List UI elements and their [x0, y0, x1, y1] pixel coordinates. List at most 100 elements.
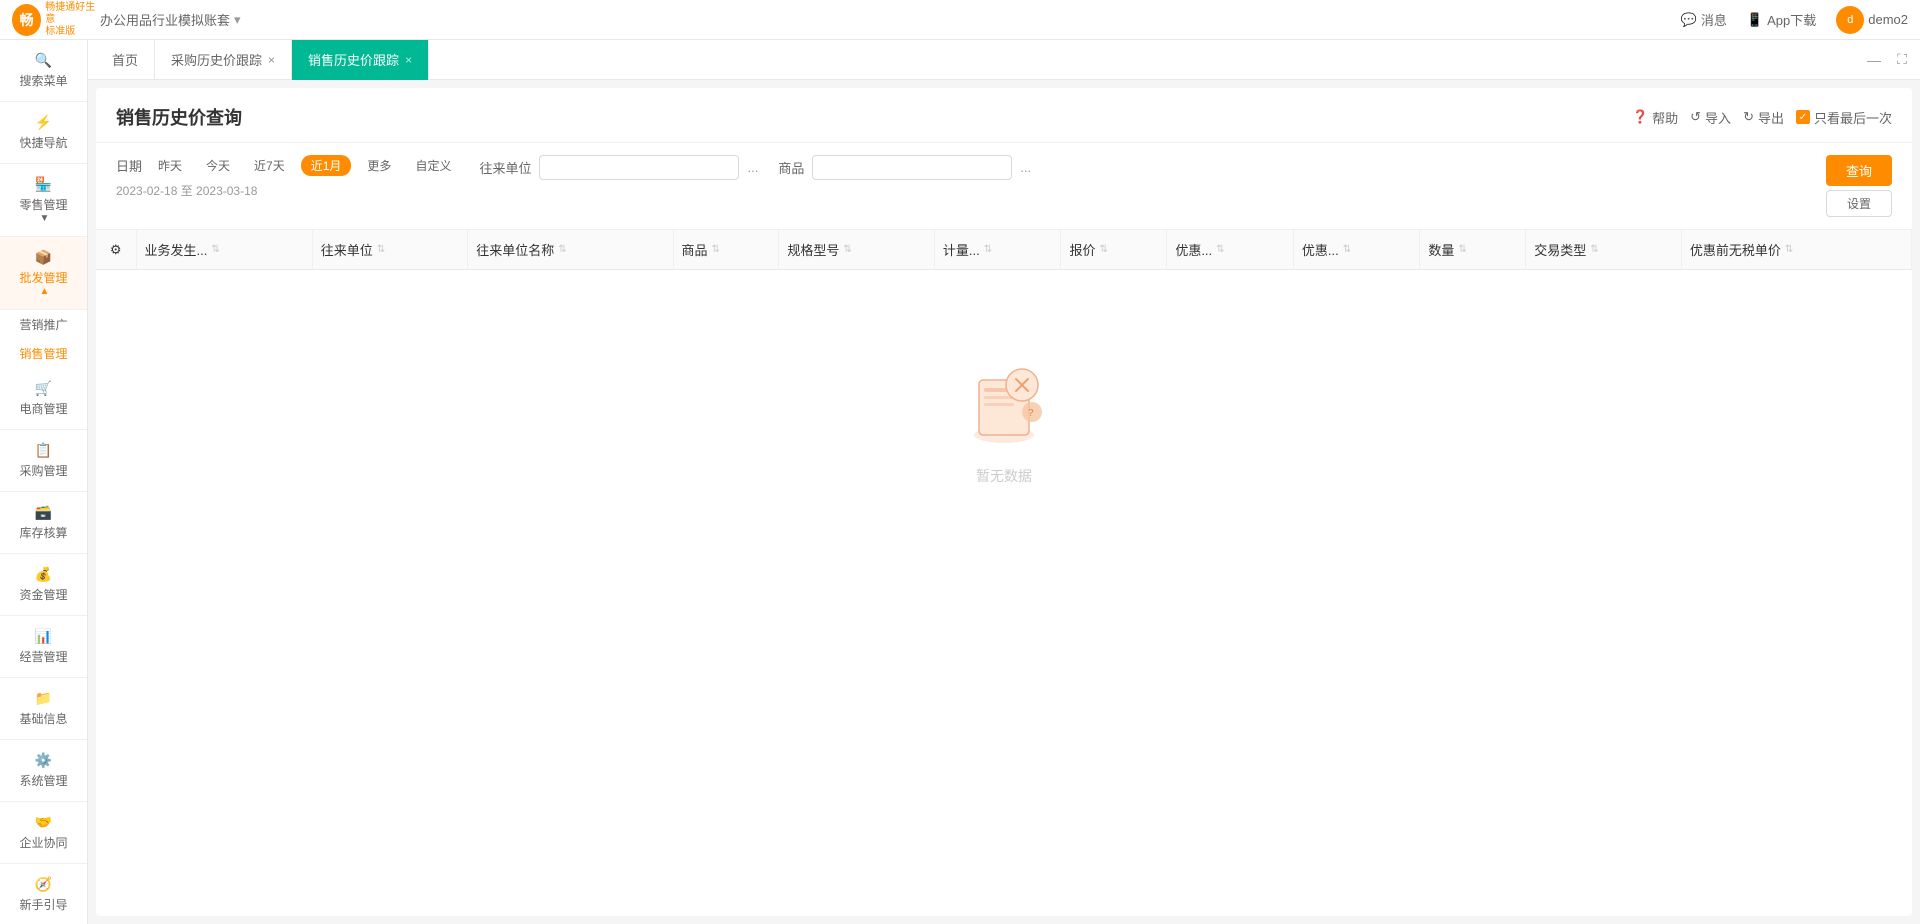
- sidebar-item-enterprise-coop[interactable]: 🤝 企业协同: [0, 802, 87, 864]
- sidebar-item-retail-mgmt[interactable]: 🏪 零售管理 ▼: [0, 164, 87, 237]
- export-button[interactable]: ↻ 导出: [1743, 108, 1784, 127]
- tab-purchase-close-icon[interactable]: ×: [268, 53, 275, 67]
- tab-home[interactable]: 首页: [96, 40, 155, 80]
- sort-icon: ⇅: [1458, 244, 1466, 255]
- date-btn-7days[interactable]: 近7天: [246, 155, 293, 176]
- date-btn-today[interactable]: 今天: [198, 155, 238, 176]
- page-title: 销售历史价查询: [116, 104, 242, 130]
- tab-maximize-button[interactable]: ⛶: [1892, 50, 1912, 70]
- user-avatar: d: [1836, 6, 1864, 34]
- header-middle: 办公用品行业模拟账套 ▾: [100, 10, 1681, 29]
- settings-button[interactable]: 设置: [1826, 190, 1892, 217]
- page-header: 销售历史价查询 ❓ 帮助 ↺ 导入 ↻ 导出 ✓: [96, 88, 1912, 143]
- page-content: 销售历史价查询 ❓ 帮助 ↺ 导入 ↻ 导出 ✓: [96, 88, 1912, 916]
- tab-sales-close-icon[interactable]: ×: [405, 53, 412, 67]
- mobile-icon: 📱: [1747, 12, 1763, 28]
- chevron-down-icon: ▼: [40, 213, 50, 224]
- app-title[interactable]: 办公用品行业模拟账套 ▾: [100, 10, 241, 29]
- tab-minimize-button[interactable]: —: [1864, 50, 1884, 70]
- product-select-icon[interactable]: ...: [1020, 160, 1031, 175]
- guide-icon: 🧭: [35, 876, 52, 893]
- date-btn-custom[interactable]: 自定义: [407, 155, 459, 176]
- sidebar-item-finance-mgmt[interactable]: 💰 资金管理: [0, 554, 87, 616]
- sidebar-item-sales-mgmt[interactable]: 销售管理: [0, 339, 87, 368]
- col-discount2[interactable]: 优惠... ⇅: [1293, 230, 1420, 270]
- sidebar-item-ops-mgmt[interactable]: 📊 经营管理: [0, 616, 87, 678]
- col-unit[interactable]: 计量... ⇅: [934, 230, 1061, 270]
- user-profile[interactable]: d demo2: [1836, 6, 1908, 34]
- tab-bar-right: — ⛶: [1864, 50, 1912, 70]
- date-btn-yesterday[interactable]: 昨天: [150, 155, 190, 176]
- col-trade-type[interactable]: 交易类型 ⇅: [1526, 230, 1682, 270]
- app-download-button[interactable]: 📱 App下载: [1747, 10, 1816, 29]
- sort-icon: ⇅: [1590, 244, 1598, 255]
- col-partner-name[interactable]: 往来单位名称 ⇅: [468, 230, 673, 270]
- sort-icon: ⇅: [843, 244, 851, 255]
- content-area: 首页 采购历史价跟踪 × 销售历史价跟踪 × — ⛶ 销售历史价查询: [88, 40, 1920, 924]
- main-layout: 🔍 搜索菜单 ⚡ 快捷导航 🏪 零售管理 ▼ 📦 批发管理 ▲ 营销推广 销售管…: [0, 40, 1920, 924]
- tab-purchase-history[interactable]: 采购历史价跟踪 ×: [155, 40, 292, 80]
- sidebar-item-quick-nav[interactable]: ⚡ 快捷导航: [0, 102, 87, 164]
- col-spec[interactable]: 规格型号 ⇅: [779, 230, 935, 270]
- sort-icon: ⇅: [1099, 244, 1107, 255]
- sort-icon: ⇅: [558, 244, 566, 255]
- import-button[interactable]: ↺ 导入: [1690, 108, 1731, 127]
- inventory-icon: 🗃️: [35, 504, 52, 521]
- col-partner-code[interactable]: 往来单位 ⇅: [312, 230, 468, 270]
- svg-text:?: ?: [1028, 408, 1034, 419]
- col-biz-date[interactable]: 业务发生... ⇅: [136, 230, 312, 270]
- help-icon: ❓: [1632, 109, 1648, 125]
- tab-bar: 首页 采购历史价跟踪 × 销售历史价跟踪 × — ⛶: [88, 40, 1920, 80]
- tab-sales-history[interactable]: 销售历史价跟踪 ×: [292, 40, 429, 80]
- sidebar-item-ecom-mgmt[interactable]: 🛒 电商管理: [0, 368, 87, 430]
- sidebar-item-sys-settings[interactable]: ⚙️ 系统管理: [0, 740, 87, 802]
- retail-icon: 🏪: [35, 176, 52, 193]
- date-btn-1month[interactable]: 近1月: [301, 155, 352, 176]
- quick-nav-icon: ⚡: [35, 114, 52, 131]
- sidebar-item-purchase-mgmt[interactable]: 📋 采购管理: [0, 430, 87, 492]
- chevron-up-icon: ▲: [40, 286, 50, 297]
- help-button[interactable]: ❓ 帮助: [1632, 108, 1678, 127]
- sidebar-item-marketing-promo[interactable]: 营销推广: [0, 310, 87, 339]
- filter-actions: 查询 设置: [1826, 155, 1892, 217]
- col-quantity[interactable]: 数量 ⇅: [1420, 230, 1526, 270]
- date-filter-row: 日期 昨天 今天 近7天 近1月 更多 自定义: [116, 155, 459, 176]
- checkbox-icon: ✓: [1796, 110, 1810, 124]
- product-filter-group: 商品 ...: [778, 155, 1031, 180]
- date-btn-more[interactable]: 更多: [359, 155, 399, 176]
- product-input[interactable]: [812, 155, 1012, 180]
- last-only-checkbox[interactable]: ✓ 只看最后一次: [1796, 108, 1892, 127]
- col-discount1[interactable]: 优惠... ⇅: [1167, 230, 1294, 270]
- date-filter-group: 日期 昨天 今天 近7天 近1月 更多 自定义 2023-02-18 至 202…: [116, 155, 459, 199]
- sidebar-item-inventory[interactable]: 🗃️ 库存核算: [0, 492, 87, 554]
- empty-state: ? 暂无数据: [96, 270, 1912, 566]
- query-button[interactable]: 查询: [1826, 155, 1892, 186]
- table-header: ⚙ 业务发生... ⇅ 往来单位: [96, 230, 1912, 270]
- sidebar-item-newbie-guide[interactable]: 🧭 新手引导: [0, 864, 87, 924]
- app-title-dropdown-icon[interactable]: ▾: [234, 12, 241, 28]
- wholesale-icon: 📦: [35, 249, 52, 266]
- table-settings-icon[interactable]: ⚙: [110, 242, 122, 257]
- data-table: ⚙ 业务发生... ⇅ 往来单位: [96, 230, 1912, 270]
- sort-icon: ⇅: [211, 244, 219, 255]
- sidebar-item-base-info[interactable]: 📁 基础信息: [0, 678, 87, 740]
- ecom-icon: 🛒: [35, 380, 52, 397]
- purchase-icon: 📋: [35, 442, 52, 459]
- sidebar-item-wholesale-mgmt[interactable]: 📦 批发管理 ▲: [0, 237, 87, 310]
- sidebar-item-search-menu[interactable]: 🔍 搜索菜单: [0, 40, 87, 102]
- message-button[interactable]: 💬 消息: [1681, 10, 1727, 29]
- filter-area: 日期 昨天 今天 近7天 近1月 更多 自定义 2023-02-18 至 202…: [96, 143, 1912, 230]
- col-quote[interactable]: 报价 ⇅: [1061, 230, 1167, 270]
- empty-illustration: ?: [954, 350, 1054, 450]
- export-icon: ↻: [1743, 109, 1754, 125]
- col-settings[interactable]: ⚙: [96, 230, 136, 270]
- settings-icon: ⚙️: [35, 752, 52, 769]
- partner-filter-group: 往来单位 ...: [479, 155, 758, 180]
- partner-input[interactable]: [539, 155, 739, 180]
- ops-icon: 📊: [35, 628, 52, 645]
- partner-select-icon[interactable]: ...: [747, 160, 758, 175]
- logo-area: 畅 畅捷通好生意 标准版: [12, 2, 100, 38]
- col-pretax-price[interactable]: 优惠前无税单价 ⇅: [1681, 230, 1911, 270]
- col-product[interactable]: 商品 ⇅: [673, 230, 779, 270]
- sort-icon: ⇅: [1343, 244, 1351, 255]
